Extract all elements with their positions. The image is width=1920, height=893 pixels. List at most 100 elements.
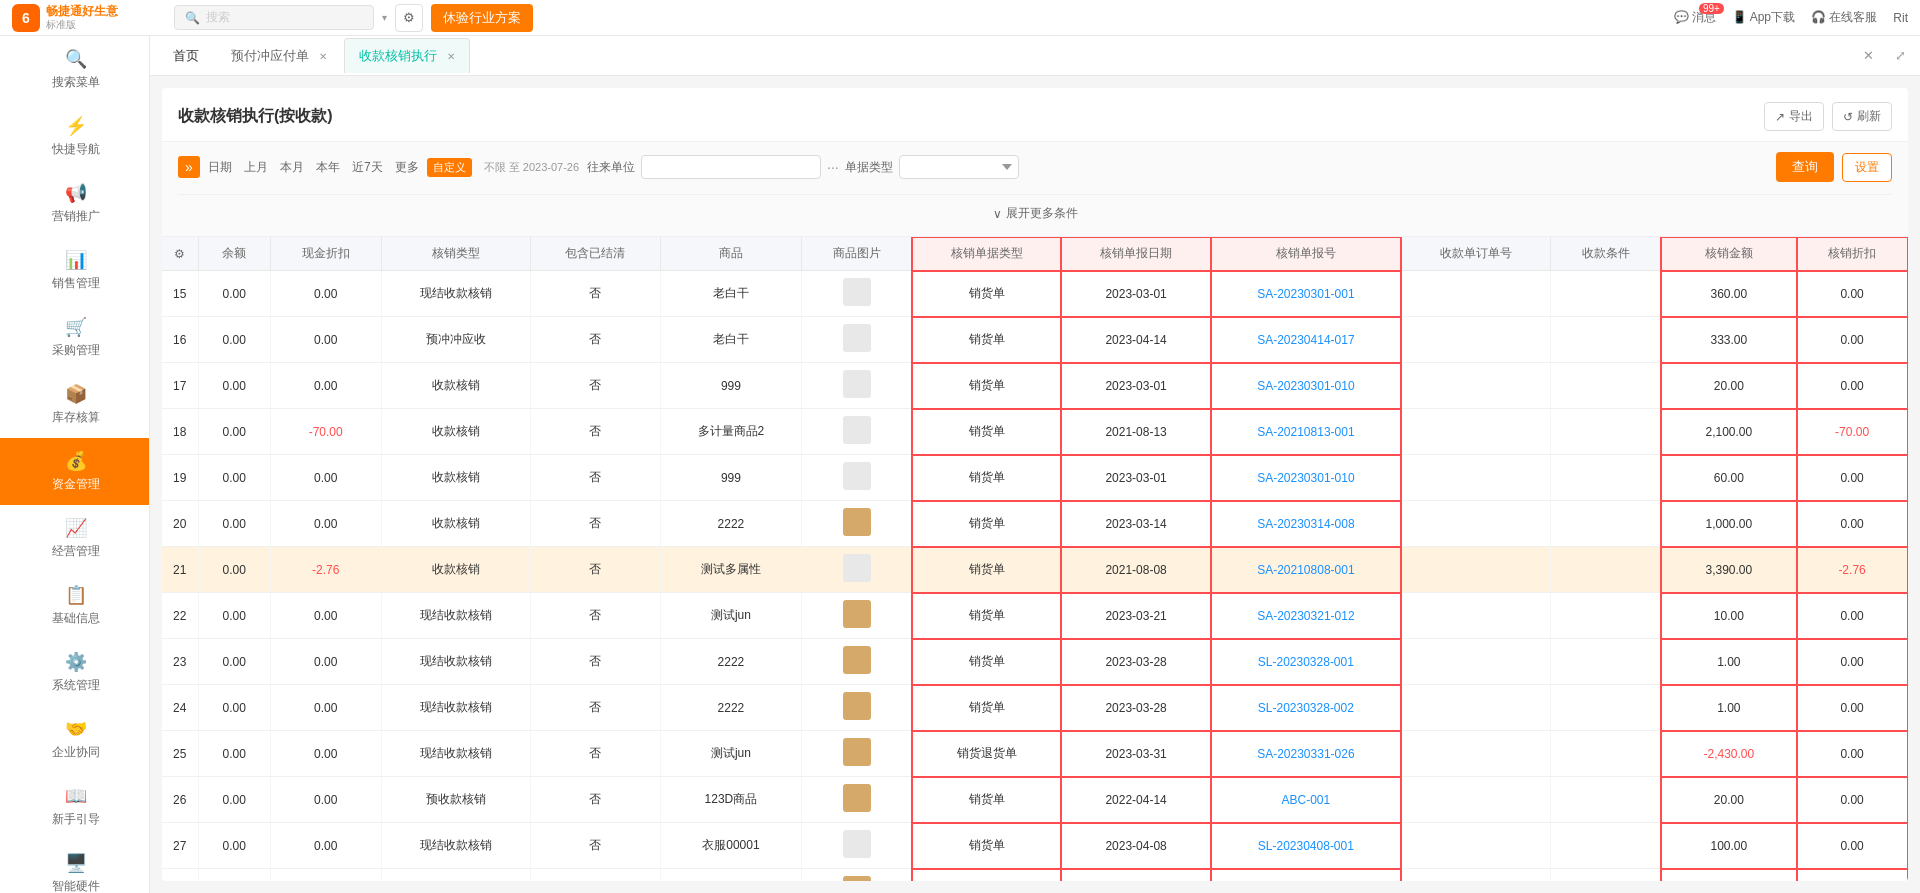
- cell-include-settled: 否: [530, 271, 660, 317]
- expand-conditions-button[interactable]: ∨ 展开更多条件: [993, 201, 1078, 226]
- query-button[interactable]: 查询: [1776, 152, 1834, 182]
- cell-product-img: [801, 455, 912, 501]
- sidebar-item-purchase[interactable]: 🛒 采购管理: [0, 304, 149, 371]
- cell-product: 2222: [660, 869, 801, 882]
- voucher-type-select[interactable]: [899, 155, 1019, 179]
- date-btn-this-month[interactable]: 本月: [276, 157, 308, 178]
- close-window-button[interactable]: ✕: [1856, 44, 1880, 68]
- table-body: 15 0.00 0.00 现结收款核销 否 老白干 销货单 2023-03-01…: [162, 271, 1908, 882]
- cell-cancel-voucher-no[interactable]: SA-20210808-001: [1211, 547, 1401, 593]
- counterpart-input[interactable]: [641, 155, 821, 179]
- sidebar-item-marketing[interactable]: 📢 营销推广: [0, 170, 149, 237]
- cell-cash-discount: -70.00: [270, 409, 381, 455]
- sidebar-item-label: 销售管理: [52, 275, 100, 292]
- sidebar-item-label: 搜索菜单: [52, 74, 100, 91]
- cell-cancel-voucher-no[interactable]: SA-20230331-026: [1211, 731, 1401, 777]
- sidebar-item-label: 企业协同: [52, 744, 100, 761]
- sidebar-item-management[interactable]: 📈 经营管理: [0, 505, 149, 572]
- cell-product-img: [801, 731, 912, 777]
- cell-cash-discount: 0.00: [270, 363, 381, 409]
- col-header-settings[interactable]: ⚙: [162, 237, 198, 271]
- sidebar-item-label: 采购管理: [52, 342, 100, 359]
- custom-date-button[interactable]: 自定义: [427, 158, 472, 177]
- cell-receipt-condition: [1550, 455, 1661, 501]
- app-download-icon: 📱: [1732, 10, 1747, 24]
- date-btn-this-year[interactable]: 本年: [312, 157, 344, 178]
- cell-cancel-voucher-no[interactable]: SA-20230301-010: [1211, 363, 1401, 409]
- col-header-product: 商品: [660, 237, 801, 271]
- expand-conditions-row: ∨ 展开更多条件: [178, 194, 1892, 226]
- tab-receipt-cancel[interactable]: 收款核销执行 ✕: [344, 38, 470, 73]
- cell-product-img: [801, 593, 912, 639]
- cell-cancel-voucher-no[interactable]: ABC-001: [1211, 777, 1401, 823]
- cell-balance: 0.00: [198, 501, 270, 547]
- cell-cancel-voucher-no[interactable]: SL-20230408-001: [1211, 823, 1401, 869]
- date-btn-more[interactable]: 更多: [391, 157, 423, 178]
- cell-cancel-voucher-no[interactable]: SA-20230314-008: [1211, 501, 1401, 547]
- cell-receipt-condition: [1550, 823, 1661, 869]
- cell-receipt-order-no: [1401, 685, 1550, 731]
- sidebar-item-system[interactable]: ⚙️ 系统管理: [0, 639, 149, 706]
- cell-cancel-voucher-no[interactable]: SL-20230328-002: [1211, 685, 1401, 731]
- sidebar-item-finance[interactable]: 💰 资金管理: [0, 438, 149, 505]
- cell-cancel-voucher-no[interactable]: SA-20230301-001: [1211, 271, 1401, 317]
- cell-include-settled: 否: [530, 363, 660, 409]
- sidebar-item-search[interactable]: 🔍 搜索菜单: [0, 36, 149, 103]
- sidebar-item-hardware[interactable]: 🖥️ 智能硬件: [0, 840, 149, 893]
- sidebar-item-label: 快捷导航: [52, 141, 100, 158]
- tab-receipt-cancel-close-icon[interactable]: ✕: [447, 51, 455, 62]
- sidebar-item-collab[interactable]: 🤝 企业协同: [0, 706, 149, 773]
- cell-cancel-voucher-no[interactable]: SA-20230414-017: [1211, 317, 1401, 363]
- cell-balance: 0.00: [198, 823, 270, 869]
- cell-cancel-voucher-no[interactable]: SA-20230321-012: [1211, 593, 1401, 639]
- top-search-box[interactable]: 🔍 搜索: [174, 5, 374, 30]
- voucher-type-label: 单据类型: [845, 159, 893, 176]
- cell-cancel-voucher-no[interactable]: SA-20210813-001: [1211, 409, 1401, 455]
- refresh-button[interactable]: ↺ 刷新: [1832, 102, 1892, 131]
- cell-cancel-voucher-date: 2023-04-18: [1061, 869, 1210, 882]
- settings-icon[interactable]: ⚙: [395, 4, 423, 32]
- date-btn-last-month[interactable]: 上月: [240, 157, 272, 178]
- user-area[interactable]: Rit: [1893, 11, 1908, 25]
- cell-product-img: [801, 271, 912, 317]
- expand-filter-button[interactable]: »: [178, 156, 200, 178]
- dropdown-arrow-icon[interactable]: ▾: [382, 12, 387, 23]
- tab-prepay-close-icon[interactable]: ✕: [319, 51, 327, 62]
- tab-bar: 首页 预付冲应付单 ✕ 收款核销执行 ✕ ✕ ⤢: [150, 36, 1920, 76]
- cell-receipt-condition: [1550, 639, 1661, 685]
- date-filter-label: 日期: [208, 159, 232, 176]
- cell-cancel-voucher-type: 销货单: [912, 409, 1061, 455]
- cell-cancel-voucher-no[interactable]: SL-20230328-001: [1211, 639, 1401, 685]
- cell-receipt-order-no: [1401, 823, 1550, 869]
- online-service-area[interactable]: 🎧 在线客服: [1811, 9, 1877, 26]
- sidebar-item-guide[interactable]: 📖 新手引导: [0, 773, 149, 840]
- management-icon: 📈: [65, 517, 87, 539]
- cell-cancel-type: 现结收款核销: [381, 823, 530, 869]
- cell-cash-discount: 0.00: [270, 731, 381, 777]
- sidebar-item-inventory[interactable]: 📦 库存核算: [0, 371, 149, 438]
- date-btn-7days[interactable]: 近7天: [348, 157, 387, 178]
- tab-prepay[interactable]: 预付冲应付单 ✕: [216, 38, 342, 73]
- cell-id: 19: [162, 455, 198, 501]
- finance-icon: 💰: [65, 450, 87, 472]
- cell-cancel-type: 收款核销: [381, 409, 530, 455]
- sidebar-item-label: 智能硬件: [52, 878, 100, 893]
- tab-home[interactable]: 首页: [158, 38, 214, 73]
- industry-button[interactable]: 休验行业方案: [431, 4, 533, 32]
- export-button[interactable]: ↗ 导出: [1764, 102, 1824, 131]
- cell-product: 测试多属性: [660, 547, 801, 593]
- table-row: 26 0.00 0.00 预收款核销 否 123D商品 销货单 2022-04-…: [162, 777, 1908, 823]
- cell-id: 27: [162, 823, 198, 869]
- sidebar-item-quick-nav[interactable]: ⚡ 快捷导航: [0, 103, 149, 170]
- cell-product: 2222: [660, 501, 801, 547]
- maximize-window-button[interactable]: ⤢: [1888, 44, 1912, 68]
- cell-cancel-voucher-no[interactable]: SL-20230418-001: [1211, 869, 1401, 882]
- cell-product: 999: [660, 363, 801, 409]
- counterpart-dots-icon[interactable]: ···: [827, 159, 839, 175]
- message-area[interactable]: 💬 消息 99+: [1674, 9, 1716, 26]
- app-download-area[interactable]: 📱 App下载: [1732, 9, 1795, 26]
- filter-settings-button[interactable]: 设置: [1842, 153, 1892, 182]
- sidebar-item-sales[interactable]: 📊 销售管理: [0, 237, 149, 304]
- sidebar-item-basic-info[interactable]: 📋 基础信息: [0, 572, 149, 639]
- cell-cancel-voucher-no[interactable]: SA-20230301-010: [1211, 455, 1401, 501]
